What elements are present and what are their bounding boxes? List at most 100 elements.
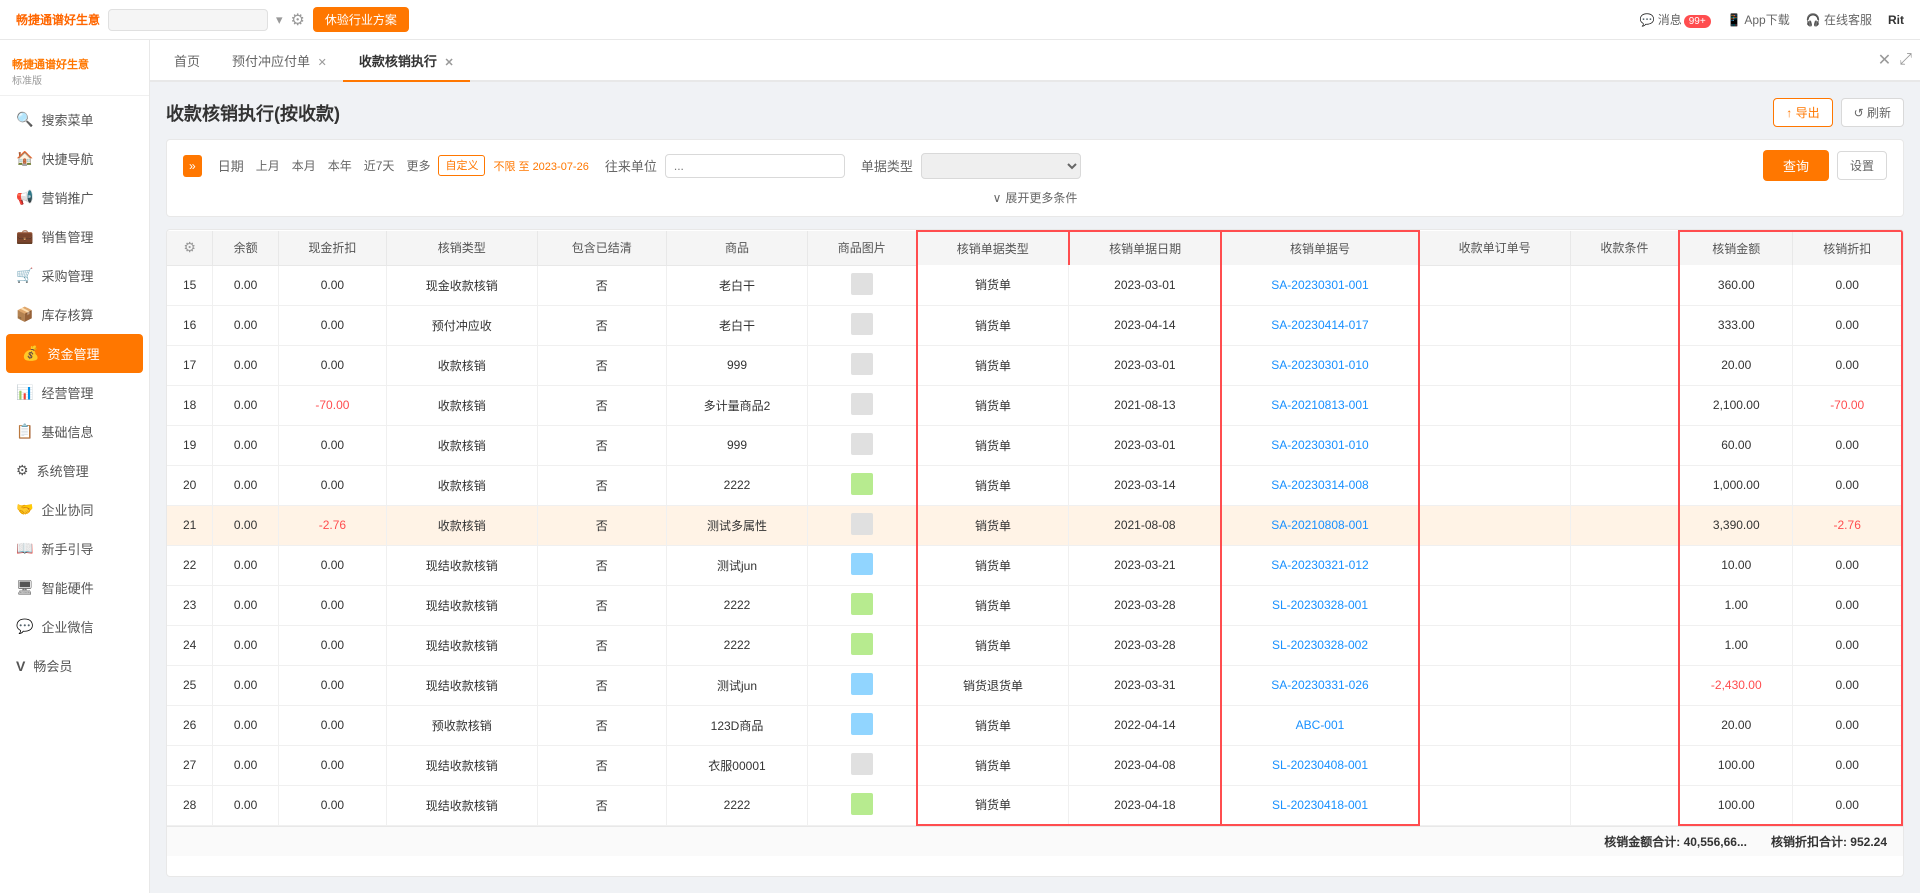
row-voucher-no-link[interactable]: SA-20210808-001 <box>1271 518 1368 532</box>
row-voucher-no[interactable]: ABC-001 <box>1221 705 1418 745</box>
tab-verify-close[interactable]: ✕ <box>445 57 454 69</box>
row-voucher-type: 销货单 <box>917 425 1069 465</box>
sidebar-item-hardware[interactable]: 🖥智能硬件 <box>0 568 149 607</box>
row-voucher-no[interactable]: SA-20230301-010 <box>1221 345 1418 385</box>
row-goods-img <box>808 425 917 465</box>
sidebar-brand: 畅捷通谱好生意 标准版 <box>0 48 149 96</box>
row-verify-discount: 0.00 <box>1793 305 1902 345</box>
row-voucher-no[interactable]: SA-20230301-001 <box>1221 265 1418 305</box>
col-settings[interactable]: ⚙ <box>167 231 213 265</box>
export-button[interactable]: ↑ 导出 <box>1773 98 1832 127</box>
row-voucher-no-link[interactable]: SA-20230321-012 <box>1271 558 1368 572</box>
row-verify-discount: -70.00 <box>1793 385 1902 425</box>
hardware-icon: 🖥 <box>16 579 34 596</box>
table-row: 260.000.00预收款核销否123D商品销货单2022-04-14ABC-0… <box>167 705 1902 745</box>
row-receipt-condition <box>1570 505 1679 545</box>
row-voucher-no-link[interactable]: ABC-001 <box>1296 718 1345 732</box>
row-voucher-date: 2023-03-31 <box>1069 665 1221 705</box>
partner-input[interactable] <box>665 154 845 178</box>
sidebar-item-marketing[interactable]: 📢营销推广 <box>0 178 149 217</box>
row-verify-type: 收款核销 <box>386 425 537 465</box>
row-voucher-no[interactable]: SL-20230418-001 <box>1221 785 1418 825</box>
voucher-type-select[interactable] <box>921 153 1081 179</box>
row-voucher-no-link[interactable]: SL-20230408-001 <box>1272 758 1368 772</box>
sidebar-item-purchase[interactable]: 🛒采购管理 <box>0 256 149 295</box>
sidebar-item-basic[interactable]: 📋基础信息 <box>0 412 149 451</box>
sidebar-item-member[interactable]: V畅会员 <box>0 646 149 685</box>
wechat-icon: 💬 <box>16 618 33 635</box>
table-row: 160.000.00预付冲应收否老白干销货单2023-04-14SA-20230… <box>167 305 1902 345</box>
col-cash-discount: 现金折扣 <box>278 231 386 265</box>
row-voucher-no[interactable]: SA-20230314-008 <box>1221 465 1418 505</box>
dropdown-icon[interactable]: ▾ <box>276 12 283 28</box>
row-verify-discount: 0.00 <box>1793 585 1902 625</box>
row-voucher-no-link[interactable]: SA-20230301-010 <box>1271 358 1368 372</box>
row-voucher-no[interactable]: SA-20230301-010 <box>1221 425 1418 465</box>
row-voucher-date: 2023-03-28 <box>1069 585 1221 625</box>
industry-solution-button[interactable]: 休验行业方案 <box>313 7 409 32</box>
filter-toggle-arrow[interactable]: » <box>183 155 202 177</box>
row-voucher-no[interactable]: SA-20210808-001 <box>1221 505 1418 545</box>
row-goods-img <box>808 705 917 745</box>
date-link-7days[interactable]: 近7天 <box>360 155 399 176</box>
date-link-last-month[interactable]: 上月 <box>252 155 284 176</box>
tab-expand-icon[interactable]: ⤢ <box>1899 51 1912 69</box>
sidebar-item-guide[interactable]: 📖新手引导 <box>0 529 149 568</box>
sidebar-item-collab[interactable]: 🤝企业协同 <box>0 490 149 529</box>
row-voucher-no[interactable]: SL-20230328-001 <box>1221 585 1418 625</box>
sidebar-item-search[interactable]: 🔍搜索菜单 <box>0 100 149 139</box>
online-service-link[interactable]: 🎧 在线客服 <box>1806 11 1872 28</box>
row-voucher-no[interactable]: SL-20230328-002 <box>1221 625 1418 665</box>
date-link-this-year[interactable]: 本年 <box>324 155 356 176</box>
sidebar-item-shortcut[interactable]: 🏠快捷导航 <box>0 139 149 178</box>
row-voucher-no[interactable]: SA-20230414-017 <box>1221 305 1418 345</box>
row-voucher-no[interactable]: SA-20230321-012 <box>1221 545 1418 585</box>
row-voucher-date: 2023-03-01 <box>1069 425 1221 465</box>
gear-icon[interactable]: ⚙ <box>291 10 305 30</box>
row-balance: 0.00 <box>213 705 279 745</box>
sidebar-item-operations[interactable]: 📊经营管理 <box>0 373 149 412</box>
row-voucher-no-link[interactable]: SA-20230301-001 <box>1271 278 1368 292</box>
sidebar-item-wechat[interactable]: 💬企业微信 <box>0 607 149 646</box>
tab-prepay-close[interactable]: ✕ <box>318 57 327 69</box>
query-button[interactable]: 查询 <box>1763 150 1829 181</box>
col-verify-amount: 核销金额 <box>1679 231 1793 265</box>
message-icon[interactable]: 💬 消息99+ <box>1639 11 1710 28</box>
row-voucher-no-link[interactable]: SA-20230414-017 <box>1271 318 1368 332</box>
row-voucher-no-link[interactable]: SA-20230314-008 <box>1271 478 1368 492</box>
date-link-more[interactable]: 更多 <box>402 155 434 176</box>
row-no: 15 <box>167 265 213 305</box>
tab-prepay[interactable]: 预付冲应付单 ✕ <box>216 41 343 82</box>
sidebar-item-finance[interactable]: 💰资金管理 <box>6 334 143 373</box>
row-voucher-no-link[interactable]: SA-20230301-010 <box>1271 438 1368 452</box>
row-voucher-type: 销货单 <box>917 585 1069 625</box>
row-voucher-no-link[interactable]: SA-20230331-026 <box>1271 678 1368 692</box>
row-cash-discount: 0.00 <box>278 465 386 505</box>
tab-verify[interactable]: 收款核销执行 ✕ <box>343 41 470 82</box>
date-link-custom[interactable]: 自定义 <box>438 155 485 176</box>
row-voucher-no[interactable]: SL-20230408-001 <box>1221 745 1418 785</box>
row-voucher-type: 销货单 <box>917 465 1069 505</box>
tab-home[interactable]: 首页 <box>158 41 216 82</box>
row-voucher-no-link[interactable]: SL-20230328-001 <box>1272 598 1368 612</box>
tab-close-all-icon[interactable]: ✕ <box>1878 50 1891 70</box>
app-logo: 畅捷通谱好生意 <box>16 11 100 28</box>
row-voucher-no-link[interactable]: SL-20230328-002 <box>1272 638 1368 652</box>
row-voucher-no-link[interactable]: SA-20210813-001 <box>1271 398 1368 412</box>
row-verify-amount: 1.00 <box>1679 585 1793 625</box>
expand-conditions-button[interactable]: ∨ 展开更多条件 <box>993 189 1078 206</box>
app-download-link[interactable]: 📱 App下载 <box>1727 11 1790 28</box>
row-voucher-no[interactable]: SA-20230331-026 <box>1221 665 1418 705</box>
sidebar-item-inventory[interactable]: 📦库存核算 <box>0 295 149 334</box>
sidebar-item-system[interactable]: ⚙系统管理 <box>0 451 149 490</box>
row-verify-discount: 0.00 <box>1793 785 1902 825</box>
sidebar-item-sales[interactable]: 💼销售管理 <box>0 217 149 256</box>
date-link-this-month[interactable]: 本月 <box>288 155 320 176</box>
refresh-button[interactable]: ↺ 刷新 <box>1841 98 1904 127</box>
row-receipt-order <box>1419 425 1570 465</box>
row-verify-discount: 0.00 <box>1793 745 1902 785</box>
row-voucher-no[interactable]: SA-20210813-001 <box>1221 385 1418 425</box>
row-voucher-no-link[interactable]: SL-20230418-001 <box>1272 798 1368 812</box>
top-search-input[interactable] <box>108 9 268 31</box>
settings-button[interactable]: 设置 <box>1837 151 1887 180</box>
